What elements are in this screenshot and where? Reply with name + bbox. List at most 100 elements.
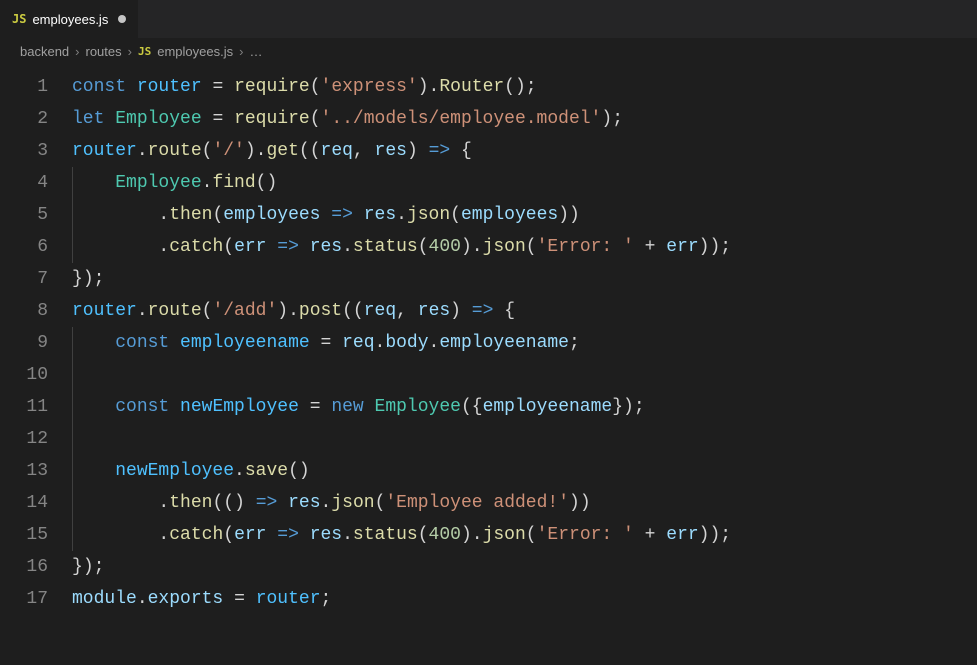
code-line[interactable]: .then(employees => res.json(employees)) <box>72 199 977 231</box>
token-punct: , <box>353 141 364 161</box>
token <box>126 77 137 97</box>
token <box>223 77 234 97</box>
code-line[interactable]: const newEmployee = new Employee({employ… <box>72 391 977 423</box>
token-punct: ) <box>569 493 580 513</box>
token-punct: ; <box>612 109 623 129</box>
code-line[interactable]: const employeename = req.body.employeena… <box>72 327 977 359</box>
token-number: 400 <box>429 237 461 257</box>
token <box>310 333 321 353</box>
token <box>364 141 375 161</box>
token-arrow: => <box>256 493 278 513</box>
token <box>245 589 256 609</box>
code-line[interactable]: router.route('/').get((req, res) => { <box>72 135 977 167</box>
token <box>331 333 342 353</box>
token-punct: . <box>342 525 353 545</box>
token-punct: ; <box>634 397 645 417</box>
token-param: req <box>364 301 396 321</box>
breadcrumb-seg[interactable]: backend <box>20 44 69 59</box>
breadcrumb-seg[interactable]: employees.js <box>157 44 233 59</box>
token-punct: ( <box>288 461 299 481</box>
token-arrow: => <box>277 237 299 257</box>
chevron-right-icon: › <box>128 44 132 59</box>
line-number: 17 <box>0 583 48 615</box>
token-punct: ( <box>353 301 364 321</box>
indent <box>72 173 115 193</box>
token <box>104 109 115 129</box>
token-param: res <box>418 301 450 321</box>
code-line[interactable]: module.exports = router; <box>72 583 977 615</box>
code-line[interactable]: newEmployee.save() <box>72 455 977 487</box>
breadcrumb: backend › routes › JS employees.js › … <box>0 38 977 65</box>
code-line[interactable] <box>72 359 977 391</box>
token-func: catch <box>169 237 223 257</box>
code-editor[interactable]: 1 2 3 4 5 6 7 8 9 10 11 12 13 14 15 16 1… <box>0 65 977 615</box>
token-punct: ) <box>277 301 288 321</box>
token-punct: . <box>472 525 483 545</box>
token-variable: module <box>72 589 137 609</box>
token-func: require <box>234 109 310 129</box>
tab-bar: JS employees.js <box>0 0 977 38</box>
code-line[interactable]: .catch(err => res.status(400).json('Erro… <box>72 519 977 551</box>
token-string: 'express' <box>321 77 418 97</box>
token-variable: router <box>72 301 137 321</box>
token-punct: ) <box>407 141 418 161</box>
token-punct: ( <box>223 525 234 545</box>
code-line[interactable]: .catch(err => res.status(400).json('Erro… <box>72 231 977 263</box>
tab-filename: employees.js <box>32 12 108 27</box>
code-line[interactable]: Employee.find() <box>72 167 977 199</box>
code-line[interactable]: const router = require('express').Router… <box>72 71 977 103</box>
token <box>277 493 288 513</box>
token <box>245 493 256 513</box>
token-class: Employee <box>115 173 201 193</box>
indent <box>72 397 115 417</box>
token-func: route <box>148 301 202 321</box>
token-punct: ( <box>461 397 472 417</box>
token-punct: ( <box>202 141 213 161</box>
token-func: catch <box>169 525 223 545</box>
token-punct: ( <box>342 301 353 321</box>
token <box>320 205 331 225</box>
token-punct: ( <box>310 109 321 129</box>
line-number: 1 <box>0 71 48 103</box>
token-op: = <box>212 109 223 129</box>
code-content[interactable]: const router = require('express').Router… <box>72 71 977 615</box>
code-line[interactable] <box>72 423 977 455</box>
token-variable: router <box>137 77 202 97</box>
token-punct: ) <box>709 525 720 545</box>
code-line[interactable]: }); <box>72 263 977 295</box>
token <box>299 525 310 545</box>
token-punct: ; <box>720 525 731 545</box>
token <box>418 141 429 161</box>
chevron-right-icon: › <box>75 44 79 59</box>
token-func: status <box>353 525 418 545</box>
tab-employees-js[interactable]: JS employees.js <box>0 0 138 38</box>
token-func: post <box>299 301 342 321</box>
token <box>202 109 213 129</box>
token-punct: . <box>375 333 386 353</box>
code-line[interactable]: .then(() => res.json('Employee added!')) <box>72 487 977 519</box>
token <box>321 397 332 417</box>
code-line[interactable]: let Employee = require('../models/employ… <box>72 103 977 135</box>
code-line[interactable]: }); <box>72 551 977 583</box>
token-op: = <box>320 333 331 353</box>
token-variable: res <box>310 525 342 545</box>
token <box>299 397 310 417</box>
token <box>353 205 364 225</box>
indent <box>72 525 158 545</box>
breadcrumb-seg[interactable]: routes <box>86 44 122 59</box>
token-punct: ) <box>461 237 472 257</box>
token-punct: ) <box>580 493 591 513</box>
token-punct: . <box>429 77 440 97</box>
modified-indicator-icon <box>118 15 126 23</box>
breadcrumb-ellipsis[interactable]: … <box>249 44 262 59</box>
token-punct: ( <box>526 237 537 257</box>
token-punct: . <box>256 141 267 161</box>
token-number: 400 <box>429 525 461 545</box>
code-line[interactable]: router.route('/add').post((req, res) => … <box>72 295 977 327</box>
token-punct: { <box>461 141 472 161</box>
line-number: 4 <box>0 167 48 199</box>
token <box>461 301 472 321</box>
token-string: '/' <box>212 141 244 161</box>
token-punct: ) <box>699 525 710 545</box>
token-punct: ( <box>375 493 386 513</box>
